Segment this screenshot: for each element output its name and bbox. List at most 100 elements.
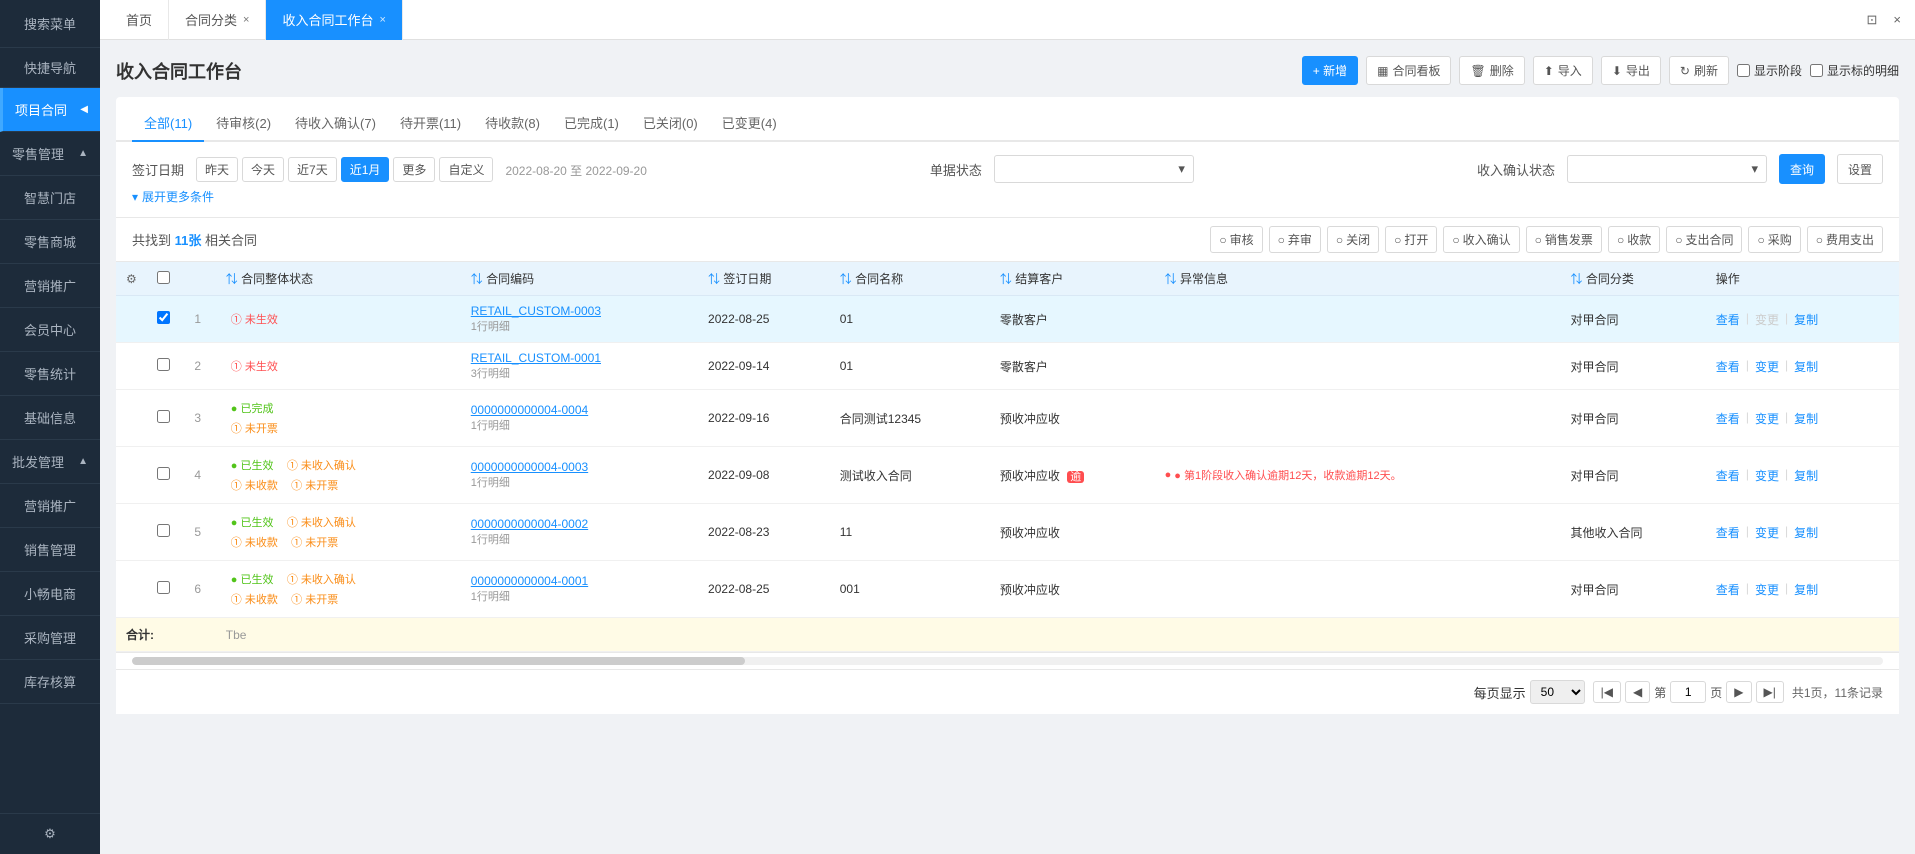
row3-view[interactable]: 查看 [1716, 410, 1740, 427]
sidebar-item-project[interactable]: 项目合同 ◀ [0, 88, 100, 132]
select-all-checkbox[interactable] [157, 271, 170, 284]
sidebar-item-marketing[interactable]: 营销推广 [0, 264, 100, 308]
row2-change[interactable]: 变更 [1755, 358, 1779, 375]
sidebar-quick-nav[interactable]: 快捷导航 [0, 48, 100, 88]
row1-checkbox[interactable] [147, 296, 180, 343]
column-settings-icon[interactable]: ⚙ [126, 272, 137, 286]
tab-contract-category[interactable]: 合同分类 × [169, 0, 266, 40]
date-btn-today[interactable]: 今天 [242, 157, 284, 182]
query-button[interactable]: 查询 [1779, 154, 1825, 184]
row4-change[interactable]: 变更 [1755, 467, 1779, 484]
income-confirm-select[interactable]: ▾ [1567, 155, 1767, 183]
sidebar-item-wholesale[interactable]: 批发管理 ▲ [0, 440, 100, 484]
refresh-button[interactable]: ↻ 刷新 [1669, 56, 1729, 85]
page-next-btn[interactable]: ▶ [1726, 681, 1751, 703]
date-btn-more[interactable]: 更多 [393, 157, 435, 182]
row4-checkbox[interactable] [147, 447, 180, 504]
filter-tab-changed[interactable]: 已变更(4) [710, 105, 789, 142]
date-btn-1month[interactable]: 近1月 [341, 157, 390, 182]
sidebar-item-smart-store[interactable]: 智慧门店 [0, 176, 100, 220]
export-button[interactable]: ⬇ 导出 [1601, 56, 1661, 85]
row4-view[interactable]: 查看 [1716, 467, 1740, 484]
date-btn-7days[interactable]: 近7天 [288, 157, 337, 182]
horizontal-scrollbar[interactable] [132, 657, 1883, 665]
sidebar-item-purchase[interactable]: 采购管理 [0, 616, 100, 660]
row3-copy[interactable]: 复制 [1794, 410, 1818, 427]
sidebar-item-retail-stats[interactable]: 零售统计 [0, 352, 100, 396]
sidebar-item-basic-info[interactable]: 基础信息 [0, 396, 100, 440]
row5-view[interactable]: 查看 [1716, 524, 1740, 541]
expand-filter-btn[interactable]: ▾ 展开更多条件 [132, 188, 1883, 205]
sales-invoice-btn[interactable]: ○ 销售发票 [1526, 226, 1602, 253]
filter-tab-all[interactable]: 全部(11) [132, 105, 204, 142]
review-btn[interactable]: ○ 审核 [1210, 226, 1262, 253]
row6-checkbox[interactable] [147, 561, 180, 618]
page-number-input[interactable] [1670, 681, 1706, 703]
tab-window-close[interactable]: × [1889, 10, 1905, 29]
abandon-btn[interactable]: ○ 弃审 [1269, 226, 1321, 253]
sidebar-item-member[interactable]: 会员中心 [0, 308, 100, 352]
row4-contract-link[interactable]: 0000000000004-0003 [471, 460, 588, 474]
row5-checkbox[interactable] [147, 504, 180, 561]
row5-contract-link[interactable]: 0000000000004-0002 [471, 517, 588, 531]
row1-contract-link[interactable]: RETAIL_CUSTOM-0003 [471, 304, 601, 318]
page-prev-btn[interactable]: ◀ [1625, 681, 1650, 703]
row3-change[interactable]: 变更 [1755, 410, 1779, 427]
row6-change[interactable]: 变更 [1755, 581, 1779, 598]
row1-view[interactable]: 查看 [1716, 311, 1740, 328]
close-contract-btn[interactable]: ○ 关闭 [1327, 226, 1379, 253]
filter-tab-closed[interactable]: 已关闭(0) [631, 105, 710, 142]
open-contract-btn[interactable]: ○ 打开 [1385, 226, 1437, 253]
row6-view[interactable]: 查看 [1716, 581, 1740, 598]
sidebar-item-sales-mgmt[interactable]: 销售管理 [0, 528, 100, 572]
tab-income-contract[interactable]: 收入合同工作台 × [266, 0, 402, 40]
filter-tab-pending-payment[interactable]: 待收款(8) [473, 105, 552, 142]
show-fields-checkbox[interactable]: 显示阶段 [1737, 62, 1802, 79]
new-button[interactable]: + 新增 [1302, 56, 1358, 85]
row5-copy[interactable]: 复制 [1794, 524, 1818, 541]
tab-close-income-contract[interactable]: × [379, 14, 385, 26]
horizontal-scroll-area[interactable] [116, 652, 1899, 669]
row2-contract-link[interactable]: RETAIL_CUSTOM-0001 [471, 351, 601, 365]
filter-tab-pending-review[interactable]: 待审核(2) [204, 105, 283, 142]
sidebar-item-mkt-push[interactable]: 营销推广 [0, 484, 100, 528]
filter-tab-pending-confirm[interactable]: 待收入确认(7) [283, 105, 388, 142]
income-confirm-btn[interactable]: ○ 收入确认 [1443, 226, 1519, 253]
sidebar-search[interactable]: 搜索菜单 [0, 0, 100, 48]
date-btn-custom[interactable]: 自定义 [439, 157, 493, 182]
col-settings[interactable]: ⚙ [116, 262, 147, 296]
sidebar-item-ecommerce[interactable]: 小畅电商 [0, 572, 100, 616]
row1-copy[interactable]: 复制 [1794, 311, 1818, 328]
tab-close-contract-category[interactable]: × [243, 14, 249, 26]
sidebar-item-inventory[interactable]: 库存核算 [0, 660, 100, 704]
page-last-btn[interactable]: ▶| [1756, 681, 1784, 703]
page-first-btn[interactable]: |◀ [1593, 681, 1621, 703]
row2-checkbox[interactable] [147, 343, 180, 390]
filter-tab-pending-invoice[interactable]: 待开票(11) [388, 105, 473, 142]
collect-btn[interactable]: ○ 收款 [1608, 226, 1660, 253]
import-button[interactable]: ⬆ 导入 [1533, 56, 1593, 85]
row6-contract-link[interactable]: 0000000000004-0001 [471, 574, 588, 588]
contract-board-button[interactable]: ▦ 合同看板 [1366, 56, 1451, 85]
row3-checkbox[interactable] [147, 390, 180, 447]
purchase-btn[interactable]: ○ 采购 [1748, 226, 1800, 253]
row5-change[interactable]: 变更 [1755, 524, 1779, 541]
expense-out-btn[interactable]: ○ 费用支出 [1807, 226, 1883, 253]
row2-copy[interactable]: 复制 [1794, 358, 1818, 375]
tab-window-restore[interactable]: ⊡ [1863, 10, 1882, 30]
sidebar-item-retail[interactable]: 零售管理 ▲ [0, 132, 100, 176]
expense-contract-btn[interactable]: ○ 支出合同 [1666, 226, 1742, 253]
scrollbar-thumb[interactable] [132, 657, 745, 665]
filter-tab-completed[interactable]: 已完成(1) [552, 105, 631, 142]
page-size-select[interactable]: 10 20 50 100 [1530, 680, 1585, 704]
show-details-checkbox[interactable]: 显示标的明细 [1810, 62, 1899, 79]
filter-settings-button[interactable]: 设置 [1837, 154, 1883, 184]
row6-copy[interactable]: 复制 [1794, 581, 1818, 598]
delete-button[interactable]: 🗑 删除 [1459, 56, 1524, 85]
tab-home[interactable]: 首页 [110, 0, 169, 40]
row4-copy[interactable]: 复制 [1794, 467, 1818, 484]
row2-view[interactable]: 查看 [1716, 358, 1740, 375]
date-btn-yesterday[interactable]: 昨天 [196, 157, 238, 182]
sidebar-settings[interactable]: ⚙ [0, 813, 100, 854]
doc-status-select[interactable]: ▾ [994, 155, 1194, 183]
